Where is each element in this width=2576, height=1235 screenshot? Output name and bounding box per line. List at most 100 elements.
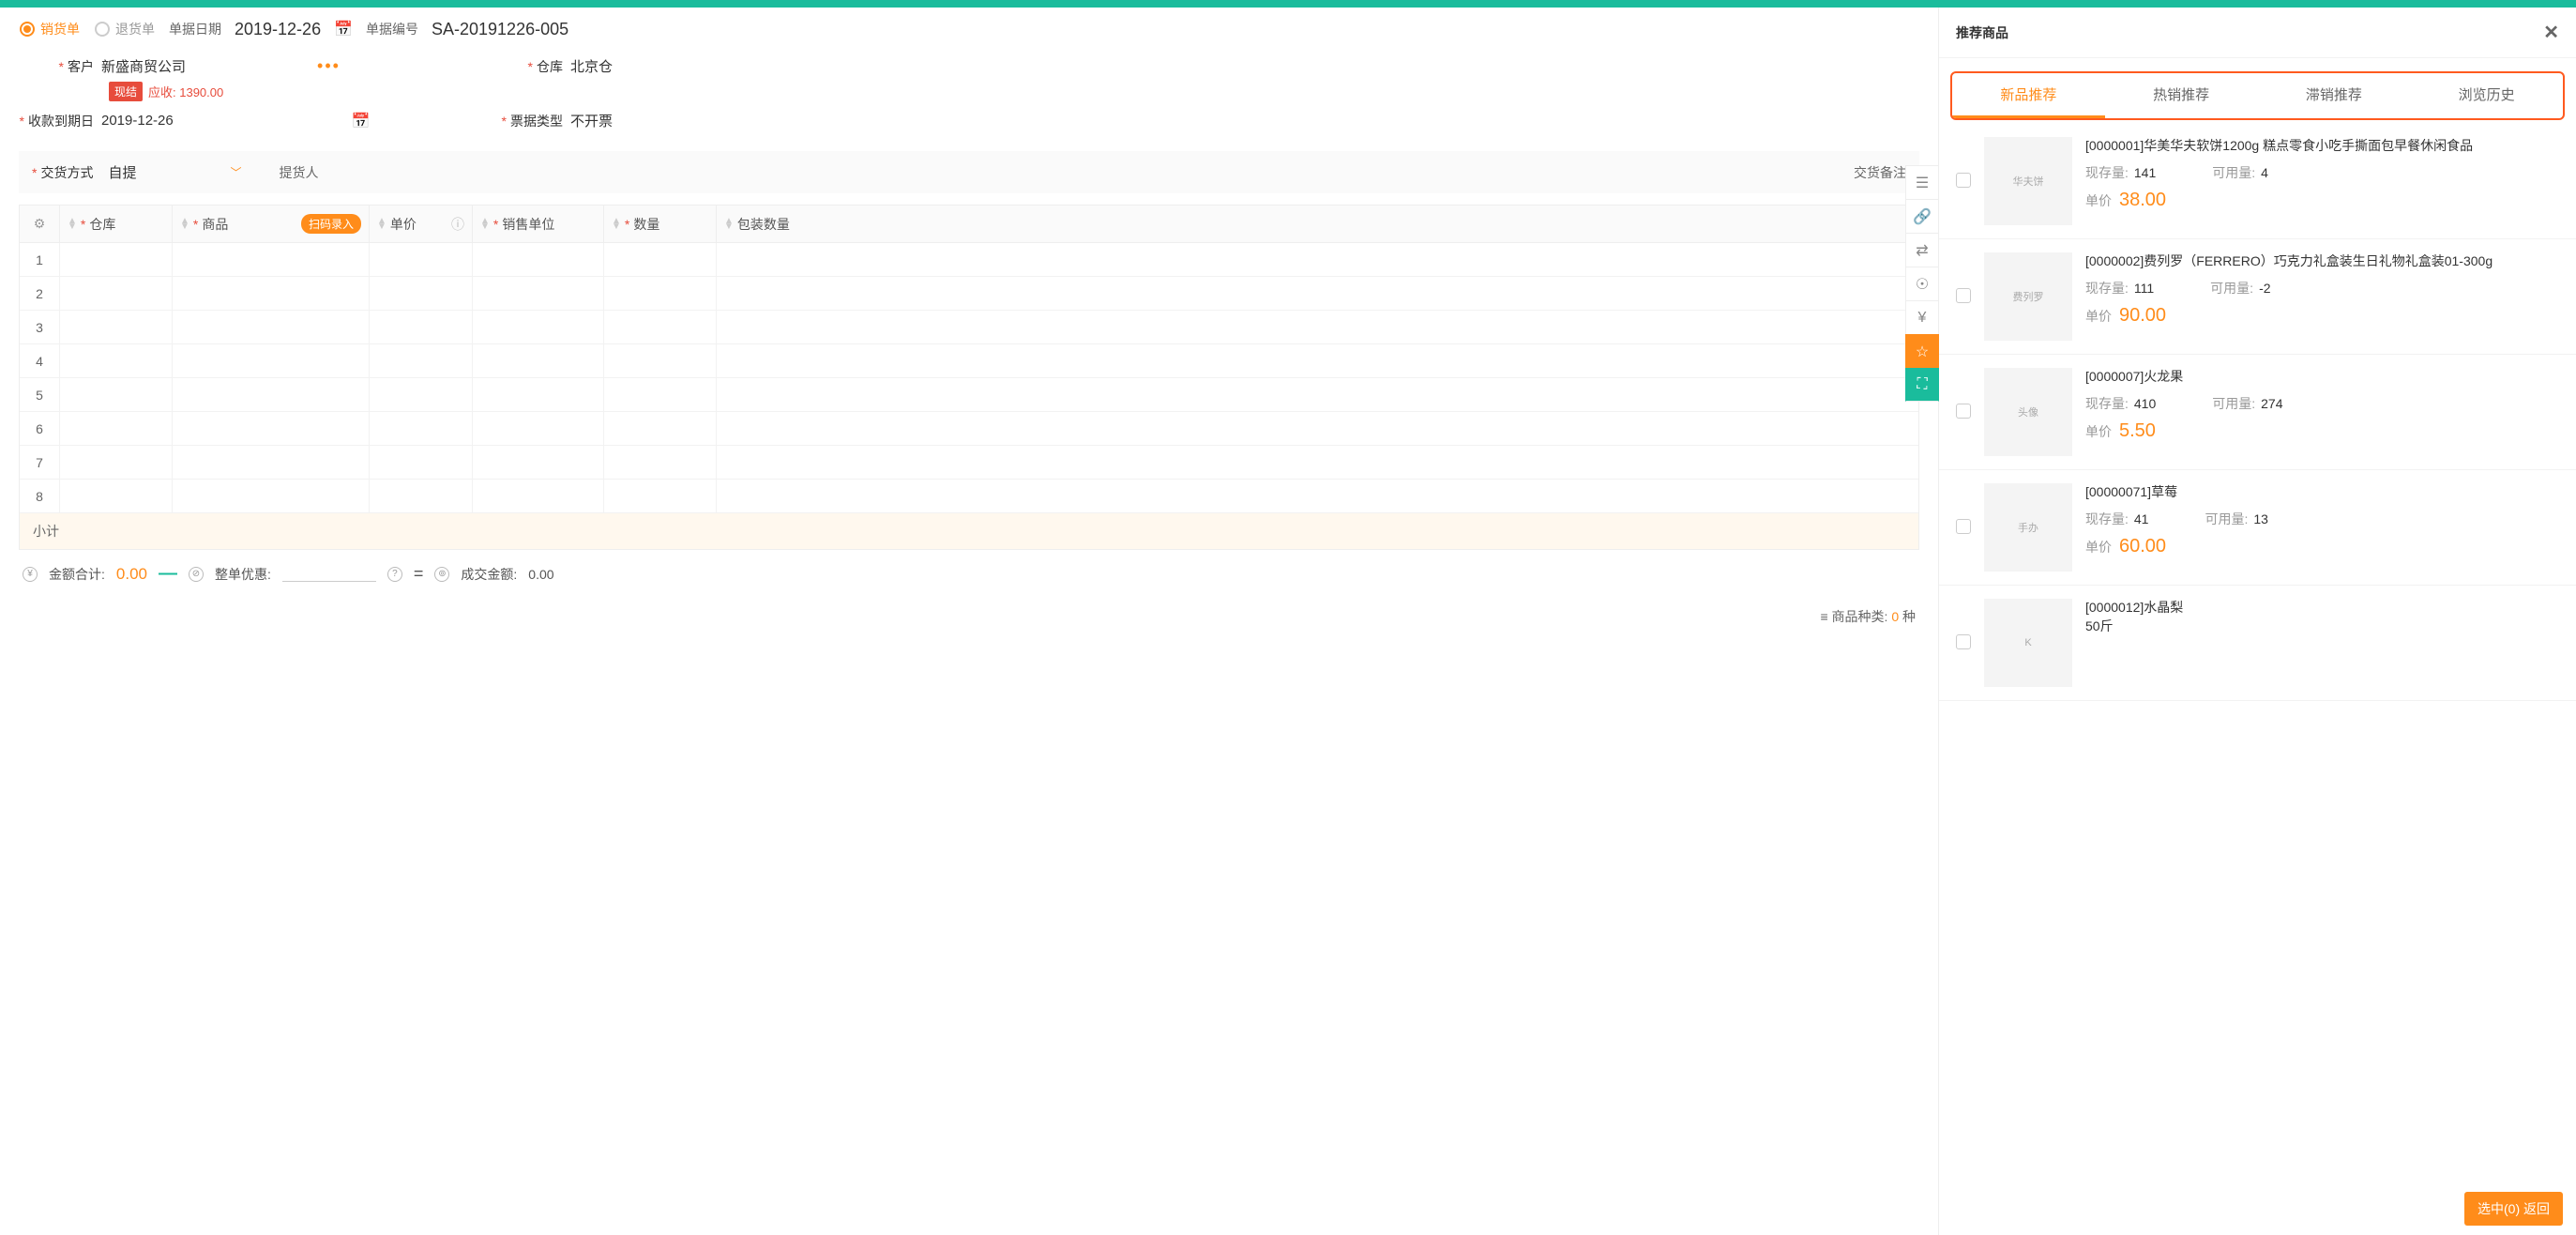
- radio-return[interactable]: 退货单: [95, 20, 155, 38]
- product-title: [0000002]费列罗（FERRERO）巧克力礼盒装生日礼物礼盒装01-300…: [2085, 252, 2559, 271]
- invoice-value[interactable]: 不开票: [570, 111, 613, 130]
- yen-icon: ¥: [23, 567, 38, 582]
- select-return-button[interactable]: 选中(0) 返回: [2464, 1192, 2563, 1226]
- date-label: 单据日期: [169, 20, 221, 38]
- product-checkbox[interactable]: [1956, 288, 1971, 303]
- panel-tab[interactable]: 滞销推荐: [2258, 73, 2411, 118]
- customer-more-icon[interactable]: •••: [317, 56, 341, 76]
- table-row[interactable]: 5: [20, 378, 1918, 412]
- amount-label: 金额合计:: [49, 565, 105, 584]
- row-number: 1: [20, 252, 59, 267]
- subtotal-row: 小计: [20, 513, 1918, 549]
- chevron-down-icon[interactable]: ﹀: [230, 164, 241, 180]
- kinds-label: 商品种类:: [1832, 609, 1888, 624]
- panel-tab[interactable]: 浏览历史: [2410, 73, 2563, 118]
- customer-value[interactable]: 新盛商贸公司: [101, 56, 186, 76]
- help-icon[interactable]: ?: [387, 567, 402, 582]
- calendar-icon-2[interactable]: 📅: [352, 112, 371, 130]
- product-item[interactable]: 头像[0000007]火龙果现存量:410可用量:274单价5.50: [1939, 355, 2576, 470]
- delivery-label: 交货方式: [32, 163, 100, 182]
- delivery-value[interactable]: 自提: [108, 162, 136, 182]
- product-item[interactable]: K [0000012]水晶梨50斤: [1939, 586, 2576, 701]
- tool-expand-icon[interactable]: ⛶: [1905, 368, 1939, 402]
- discount-label: 整单优惠:: [215, 565, 271, 584]
- tool-swap-icon[interactable]: ⇄: [1905, 233, 1939, 267]
- row-number: 4: [20, 354, 59, 369]
- deal-icon: ⊚: [434, 567, 449, 582]
- date-value[interactable]: 2019-12-26: [235, 20, 321, 39]
- tool-link-icon[interactable]: 🔗: [1905, 199, 1939, 233]
- table-row[interactable]: 8: [20, 480, 1918, 513]
- row-number: 5: [20, 388, 59, 403]
- remark-label: 交货备注: [1854, 163, 1906, 182]
- product-checkbox[interactable]: [1956, 173, 1971, 188]
- tool-star-icon[interactable]: ☆: [1905, 334, 1939, 368]
- doc-type-radio-group: 销货单 退货单: [19, 17, 156, 41]
- tool-note-icon[interactable]: ☰: [1905, 165, 1939, 199]
- equals-icon: =: [414, 564, 424, 584]
- row-number: 3: [20, 320, 59, 335]
- col-product[interactable]: ▲▼*商品扫码录入: [172, 206, 369, 242]
- row-number: 2: [20, 286, 59, 301]
- product-image: K: [1984, 599, 2072, 687]
- tool-user-icon[interactable]: ☉: [1905, 267, 1939, 300]
- kinds-icon: ≡: [1820, 609, 1827, 624]
- product-item[interactable]: 手办[00000071]草莓现存量:41可用量:13单价60.00: [1939, 470, 2576, 586]
- product-item[interactable]: 费列罗[0000002]费列罗（FERRERO）巧克力礼盒装生日礼物礼盒装01-…: [1939, 239, 2576, 355]
- product-image: 手办: [1984, 483, 2072, 572]
- calendar-icon[interactable]: 📅: [334, 20, 353, 38]
- invoice-label: 票据类型: [488, 112, 570, 130]
- row-number: 6: [20, 421, 59, 436]
- panel-tab[interactable]: 新品推荐: [1952, 73, 2105, 118]
- panel-tab[interactable]: 热销推荐: [2105, 73, 2258, 118]
- due-text: 应收: 1390.00: [148, 83, 223, 100]
- panel-title: 推荐商品: [1956, 23, 2008, 42]
- table-row[interactable]: 2: [20, 277, 1918, 311]
- warehouse-value[interactable]: 北京仓: [570, 56, 613, 76]
- minus-icon: —: [159, 563, 177, 585]
- table-row[interactable]: 6: [20, 412, 1918, 446]
- product-checkbox[interactable]: [1956, 404, 1971, 419]
- table-row[interactable]: 1: [20, 243, 1918, 277]
- deal-label: 成交金额:: [461, 565, 517, 584]
- close-icon[interactable]: ✕: [2543, 21, 2559, 44]
- col-pkg[interactable]: ▲▼包装数量: [716, 206, 819, 242]
- col-unit[interactable]: ▲▼*销售单位: [472, 206, 603, 242]
- docno-label: 单据编号: [366, 20, 418, 38]
- product-image: 头像: [1984, 368, 2072, 456]
- discount-icon: ⊘: [189, 567, 204, 582]
- deal-value: 0.00: [528, 567, 553, 582]
- gear-icon[interactable]: ⚙: [20, 216, 59, 232]
- table-row[interactable]: 4: [20, 344, 1918, 378]
- tool-yen-icon[interactable]: ¥: [1905, 300, 1939, 334]
- product-title: [0000007]火龙果: [2085, 368, 2559, 387]
- col-qty[interactable]: ▲▼*数量: [603, 206, 716, 242]
- scan-badge[interactable]: 扫码录入: [301, 214, 361, 234]
- col-price[interactable]: ▲▼单价ⓘ: [369, 206, 472, 242]
- table-row[interactable]: 7: [20, 446, 1918, 480]
- table-row[interactable]: 3: [20, 311, 1918, 344]
- product-title: [0000001]华美华夫软饼1200g 糕点零食小吃手撕面包早餐休闲食品: [2085, 137, 2559, 156]
- docno-value: SA-20191226-005: [432, 20, 568, 39]
- radio-sale[interactable]: 销货单: [20, 20, 80, 38]
- paydate-label: 收款到期日: [19, 112, 101, 130]
- picker-label: 提货人: [279, 163, 318, 182]
- product-title: [00000071]草莓: [2085, 483, 2559, 502]
- product-title: [0000012]水晶梨50斤: [2085, 599, 2559, 635]
- discount-input[interactable]: [282, 567, 376, 582]
- col-warehouse[interactable]: ▲▼*仓库: [59, 206, 172, 242]
- product-checkbox[interactable]: [1956, 634, 1971, 649]
- product-checkbox[interactable]: [1956, 519, 1971, 534]
- row-number: 7: [20, 455, 59, 470]
- paydate-value[interactable]: 2019-12-26: [101, 113, 174, 129]
- row-number: 8: [20, 489, 59, 504]
- product-item[interactable]: 华夫饼 [0000001]华美华夫软饼1200g 糕点零食小吃手撕面包早餐休闲食品…: [1939, 124, 2576, 239]
- info-icon[interactable]: ⓘ: [451, 215, 464, 234]
- amount-value: 0.00: [116, 565, 147, 584]
- kinds-value: 0: [1891, 609, 1899, 624]
- settle-tag: 现结: [109, 82, 143, 101]
- items-table: ⚙ ▲▼*仓库 ▲▼*商品扫码录入 ▲▼单价ⓘ ▲▼*销售单位 ▲▼*数量 ▲▼…: [19, 205, 1919, 550]
- customer-label: 客户: [19, 57, 101, 76]
- product-image: 华夫饼: [1984, 137, 2072, 225]
- kinds-suffix: 种: [1902, 609, 1916, 624]
